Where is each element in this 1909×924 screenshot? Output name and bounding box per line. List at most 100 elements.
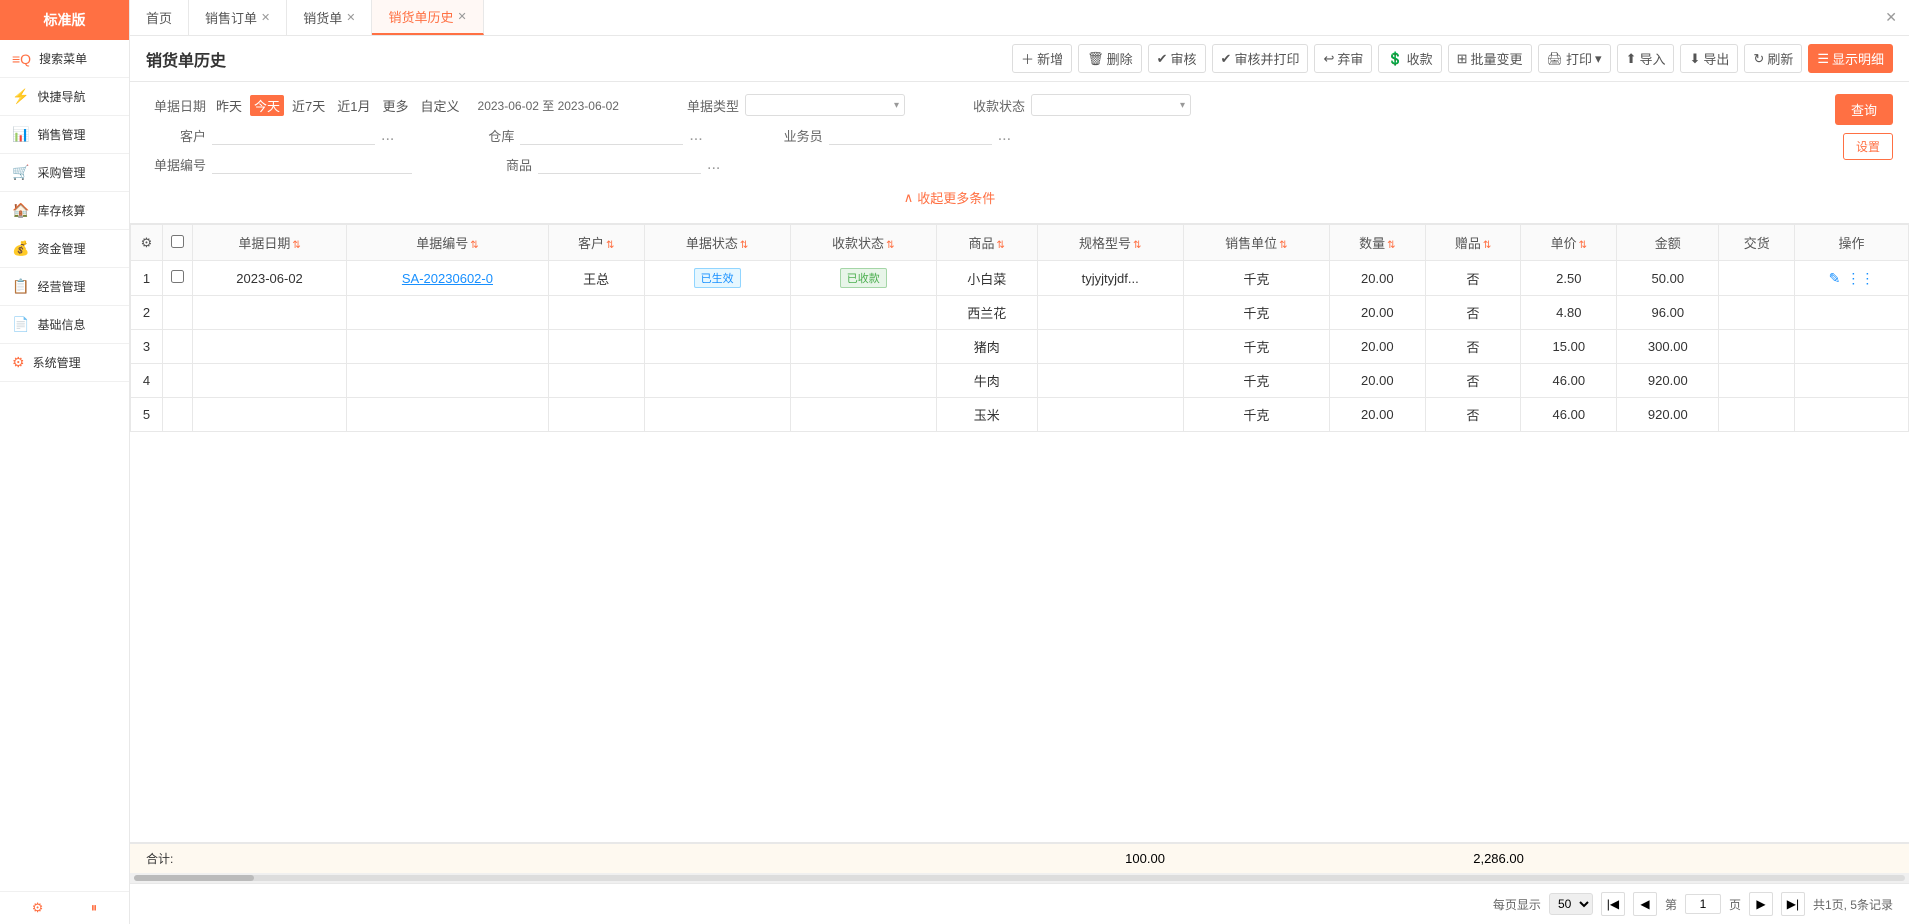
cell-gift-4: 否	[1425, 364, 1521, 398]
batch-change-button[interactable]: ⊞ 批量变更	[1448, 44, 1532, 73]
filter-salesperson-item: 业务员 ...	[763, 126, 1011, 145]
tab-home[interactable]: 首页	[130, 0, 189, 35]
sidebar-item-purchase-mgmt[interactable]: 🛒 采购管理	[0, 154, 129, 192]
date-shortcut-7days[interactable]: 近7天	[288, 95, 329, 116]
date-shortcut-1month[interactable]: 近1月	[333, 95, 374, 116]
first-page-btn[interactable]: |◀	[1601, 892, 1625, 916]
customer-ellipsis[interactable]: ...	[381, 127, 394, 145]
sidebar-item-operation[interactable]: 📋 经营管理	[0, 268, 129, 306]
sidebar-item-sales-mgmt[interactable]: 📊 销售管理	[0, 116, 129, 154]
filter-collect-status-select[interactable]	[1031, 94, 1191, 116]
export-button[interactable]: ⬇ 导出	[1680, 44, 1738, 73]
new-icon: ＋	[1021, 49, 1034, 68]
warehouse-ellipsis[interactable]: ...	[689, 127, 702, 145]
filter-warehouse-input[interactable]	[520, 126, 683, 145]
filter-product-input[interactable]	[538, 155, 701, 174]
import-button[interactable]: ⬆ 导入	[1617, 44, 1675, 73]
sort-icon-customer: ⇅	[606, 240, 614, 251]
filter-doc-number-input[interactable]	[212, 155, 412, 174]
refresh-button[interactable]: ↻ 刷新	[1744, 44, 1802, 73]
date-shortcut-today[interactable]: 今天	[250, 95, 284, 116]
th-checkbox[interactable]	[163, 225, 193, 261]
abandon-button[interactable]: ↩ 弃审	[1314, 44, 1372, 73]
edit-icon-1[interactable]: ✎	[1829, 270, 1841, 287]
more-icon-1[interactable]: ⋮⋮	[1846, 270, 1874, 287]
sidebar-item-inventory[interactable]: 🏠 库存核算	[0, 192, 129, 230]
sidebar-item-finance[interactable]: 💰 资金管理	[0, 230, 129, 268]
th-customer[interactable]: 客户⇅	[548, 225, 644, 261]
th-quantity[interactable]: 数量⇅	[1329, 225, 1425, 261]
new-button[interactable]: ＋ 新增	[1012, 44, 1072, 73]
th-doc-number[interactable]: 单据编号⇅	[347, 225, 549, 261]
audit-label: 审核	[1171, 49, 1197, 68]
tab-sales-order[interactable]: 销售订单 ✕	[189, 0, 287, 35]
tab-sales-delivery-close[interactable]: ✕	[346, 11, 355, 24]
filter-doc-type-label: 单据类型	[679, 96, 739, 115]
tab-sales-history[interactable]: 销货单历史 ✕	[372, 0, 483, 35]
sidebar-item-quick-nav[interactable]: ⚡ 快捷导航	[0, 78, 129, 116]
product-ellipsis[interactable]: ...	[707, 156, 720, 174]
next-page-btn[interactable]: ▶	[1749, 892, 1773, 916]
settings-button[interactable]: 设置	[1843, 133, 1893, 160]
sidebar-item-sys-mgmt[interactable]: ⚙ 系统管理	[0, 344, 129, 382]
th-gear[interactable]: ⚙	[131, 225, 163, 261]
tab-sales-history-close[interactable]: ✕	[458, 10, 467, 23]
audit-print-button[interactable]: ✔ 审核并打印	[1212, 44, 1309, 73]
prev-page-btn[interactable]: ◀	[1633, 892, 1657, 916]
filter-doc-type-select[interactable]	[745, 94, 905, 116]
page-number-input[interactable]: 1	[1685, 894, 1721, 914]
th-unit-price[interactable]: 单价⇅	[1521, 225, 1617, 261]
collect-button[interactable]: 💲 收款	[1378, 44, 1441, 73]
cell-checkbox-2[interactable]	[163, 296, 193, 330]
per-page-select[interactable]: 50	[1549, 893, 1593, 915]
cell-checkbox-1[interactable]	[163, 261, 193, 296]
date-shortcut-yesterday[interactable]: 昨天	[212, 95, 246, 116]
filter-doc-number-item: 单据编号	[146, 155, 412, 174]
audit-button[interactable]: ✔ 审核	[1148, 44, 1206, 73]
salesperson-ellipsis[interactable]: ...	[998, 127, 1011, 145]
scrollbar-thumb[interactable]	[134, 875, 254, 881]
filter-salesperson-input[interactable]	[829, 126, 992, 145]
cell-checkbox-5[interactable]	[163, 398, 193, 432]
show-detail-button[interactable]: ☰ 显示明细	[1808, 44, 1893, 73]
th-gift[interactable]: 赠品⇅	[1425, 225, 1521, 261]
date-shortcut-custom[interactable]: 自定义	[417, 95, 464, 116]
sidebar-item-search-menu[interactable]: ≡Q 搜索菜单	[0, 40, 129, 78]
sort-icon-spec: ⇅	[1133, 240, 1141, 251]
th-doc-status[interactable]: 单据状态⇅	[644, 225, 790, 261]
cell-product-2: 西兰花	[936, 296, 1037, 330]
cell-checkbox-3[interactable]	[163, 330, 193, 364]
sort-icon-gift: ⇅	[1483, 240, 1491, 251]
select-all-checkbox[interactable]	[171, 235, 184, 248]
cell-row-num-5: 5	[131, 398, 163, 432]
date-shortcut-more[interactable]: 更多	[379, 95, 413, 116]
total-info: 共1页, 5条记录	[1813, 896, 1893, 913]
th-unit[interactable]: 销售单位⇅	[1183, 225, 1329, 261]
last-page-btn[interactable]: ▶|	[1781, 892, 1805, 916]
cell-doc-number-1[interactable]: SA-20230602-0	[347, 261, 549, 296]
sidebar-item-basic-info[interactable]: 📄 基础信息	[0, 306, 129, 344]
tab-sales-delivery[interactable]: 销货单 ✕	[287, 0, 372, 35]
th-product[interactable]: 商品⇅	[936, 225, 1037, 261]
per-page-label: 每页显示	[1493, 896, 1541, 913]
doc-number-link-1[interactable]: SA-20230602-0	[402, 271, 493, 286]
th-spec[interactable]: 规格型号⇅	[1037, 225, 1183, 261]
sidebar-bottom-icon1[interactable]: ⚙	[32, 900, 44, 916]
print-dropdown-icon: ▾	[1595, 51, 1602, 67]
cell-checkbox-4[interactable]	[163, 364, 193, 398]
tab-sales-order-close[interactable]: ✕	[261, 11, 270, 24]
th-collect-status[interactable]: 收款状态⇅	[790, 225, 936, 261]
delete-button[interactable]: 🗑 删除	[1078, 44, 1142, 73]
window-close-btn[interactable]: ✕	[1873, 9, 1909, 26]
horizontal-scrollbar[interactable]	[130, 873, 1909, 883]
th-doc-date[interactable]: 单据日期⇅	[193, 225, 347, 261]
cell-product-1: 小白菜	[936, 261, 1037, 296]
sidebar-bottom-icon2[interactable]: ⏸	[91, 900, 98, 916]
cell-quantity-5: 20.00	[1329, 398, 1425, 432]
print-button[interactable]: 🖨 打印 ▾	[1538, 44, 1611, 73]
filter-customer-input[interactable]	[212, 126, 375, 145]
row-checkbox-1[interactable]	[171, 270, 184, 283]
filter-product-label: 商品	[472, 155, 532, 174]
query-button[interactable]: 查询	[1835, 94, 1893, 125]
collapse-button[interactable]: ∧ 收起更多条件	[146, 184, 1753, 211]
